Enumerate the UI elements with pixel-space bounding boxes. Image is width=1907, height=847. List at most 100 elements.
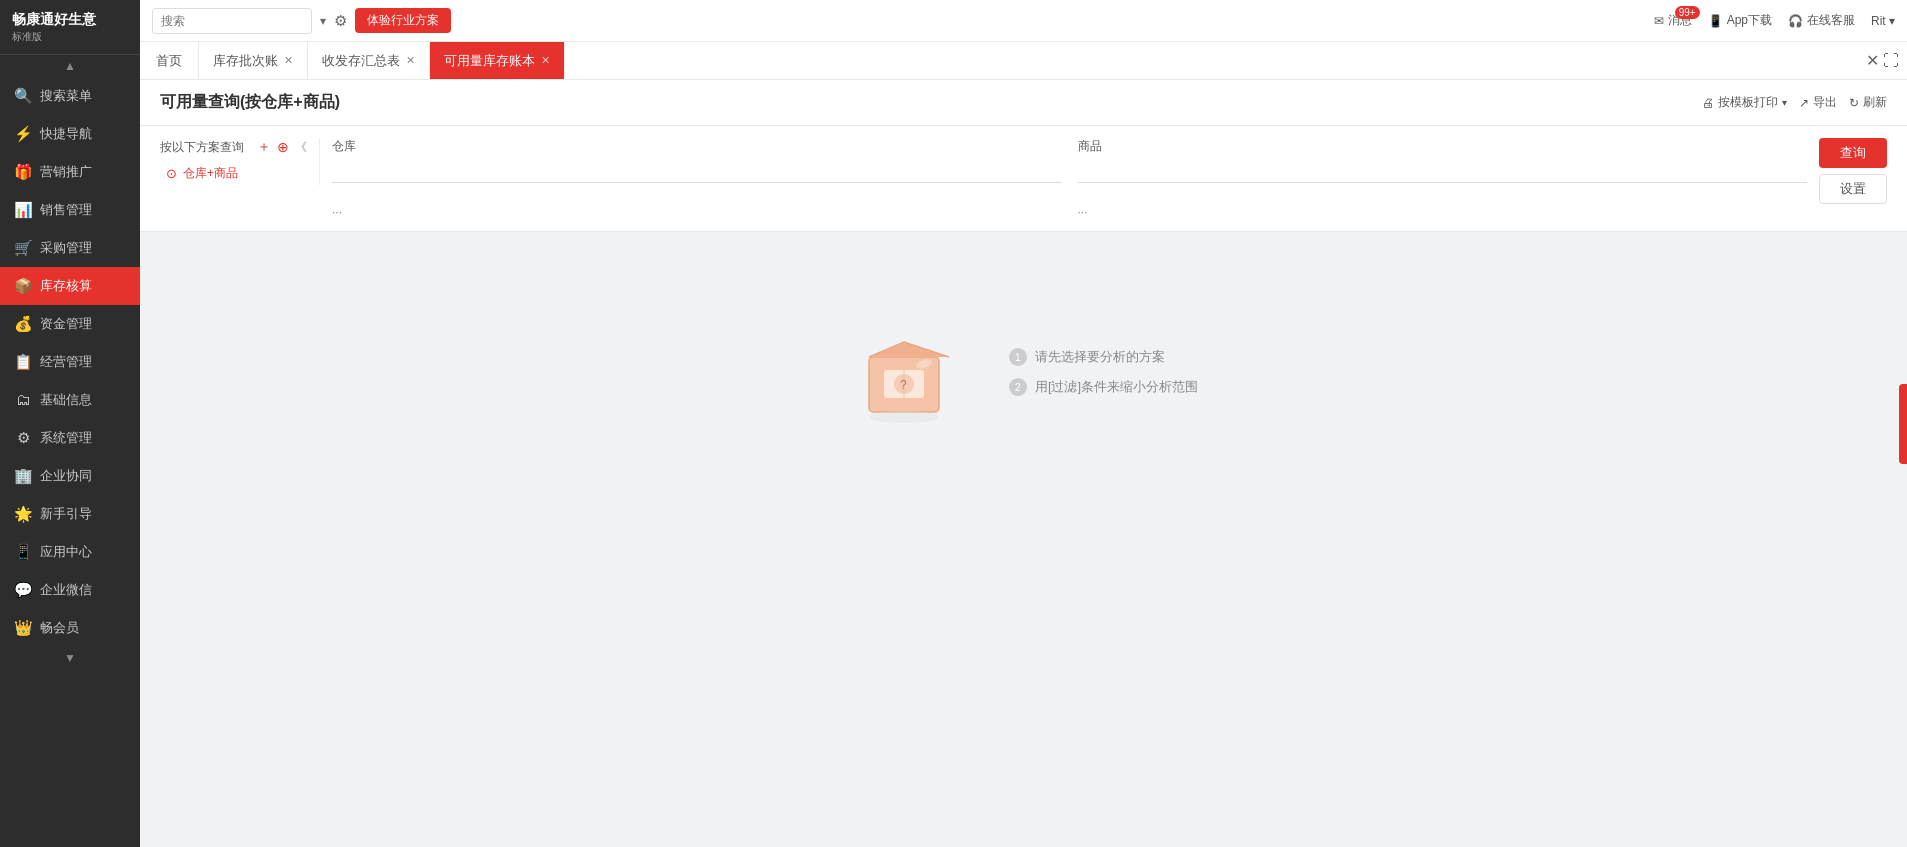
quick-nav-icon: ⚡: [14, 125, 32, 143]
sidebar-item-purchase[interactable]: 🛒 采购管理: [0, 229, 140, 267]
sidebar-item-label: 系统管理: [40, 429, 92, 447]
settings-scheme-icon[interactable]: ⊕: [277, 139, 289, 155]
svg-text:?: ?: [900, 378, 907, 392]
sidebar-scroll-up[interactable]: ▲: [0, 55, 140, 77]
purchase-icon: 🛒: [14, 239, 32, 257]
sidebar-item-quick-nav[interactable]: ⚡ 快捷导航: [0, 115, 140, 153]
system-icon: ⚙: [14, 429, 32, 447]
filter-fields: 仓库 ··· 商品 ···: [332, 138, 1807, 219]
tab-bar-right-btns: ✕ ⛶: [1866, 42, 1907, 79]
user-menu[interactable]: Rit ▾: [1871, 14, 1895, 28]
brand-version: 标准版: [12, 30, 128, 44]
sidebar-item-label: 采购管理: [40, 239, 92, 257]
message-icon: ✉: [1654, 14, 1664, 28]
user-dropdown-icon: ▾: [1889, 14, 1895, 28]
tab-available-ledger[interactable]: 可用量库存账本 ✕: [430, 42, 565, 79]
enterprise-icon: 🏢: [14, 467, 32, 485]
sidebar-item-system[interactable]: ⚙ 系统管理: [0, 419, 140, 457]
inventory-icon: 📦: [14, 277, 32, 295]
page-content: 可用量查询(按仓库+商品) 🖨 按模板打印 ▾ ↗ 导出 ↻ 刷新: [140, 80, 1907, 847]
close-tab-available-ledger[interactable]: ✕: [541, 54, 550, 67]
sidebar-scroll-down[interactable]: ▼: [0, 647, 140, 669]
refresh-button[interactable]: ↻ 刷新: [1849, 94, 1887, 111]
sidebar-item-marketing[interactable]: 🎁 营销推广: [0, 153, 140, 191]
sidebar-item-label: 资金管理: [40, 315, 92, 333]
gear-icon[interactable]: ⚙: [334, 12, 347, 30]
right-edge-bar: [1899, 384, 1907, 464]
export-button[interactable]: ↗ 导出: [1799, 94, 1837, 111]
tab-available-ledger-label: 可用量库存账本: [444, 52, 535, 70]
close-tab-batch-ledger[interactable]: ✕: [284, 54, 293, 67]
scheme-item-label: 仓库+商品: [183, 165, 238, 182]
empty-tips: 1 请先选择要分析的方案 2 用[过滤]条件来缩小分析范围: [1009, 348, 1198, 396]
filter-scheme-header: 按以下方案查询 ＋ ⊕ 《: [160, 138, 307, 156]
topbar-dropdown-icon[interactable]: ▾: [320, 14, 326, 28]
sidebar-item-operations[interactable]: 📋 经营管理: [0, 343, 140, 381]
sidebar-item-label: 企业协同: [40, 467, 92, 485]
warehouse-more[interactable]: ···: [332, 205, 1062, 219]
query-button[interactable]: 查询: [1819, 138, 1887, 168]
tip-text-2: 用[过滤]条件来缩小分析范围: [1035, 378, 1198, 396]
add-scheme-icon[interactable]: ＋: [257, 138, 271, 156]
print-label: 按模板打印: [1718, 94, 1778, 111]
app-download-label: App下载: [1727, 12, 1772, 29]
export-label: 导出: [1813, 94, 1837, 111]
online-service-btn[interactable]: 🎧 在线客服: [1788, 12, 1855, 29]
close-tab-receipt-summary[interactable]: ✕: [406, 54, 415, 67]
app-download-icon: 📱: [1708, 14, 1723, 28]
tab-receipt-summary[interactable]: 收发存汇总表 ✕: [308, 42, 430, 79]
empty-tip-2: 2 用[过滤]条件来缩小分析范围: [1009, 378, 1198, 396]
tab-batch-ledger[interactable]: 库存批次账 ✕: [199, 42, 308, 79]
product-input[interactable]: [1078, 159, 1808, 183]
maximize-window-btn[interactable]: ⛶: [1883, 52, 1899, 70]
scheme-item-warehouse-product[interactable]: ⊙ 仓库+商品: [160, 162, 307, 185]
warehouse-input[interactable]: [332, 159, 1062, 183]
tab-bar: 首页 库存批次账 ✕ 收发存汇总表 ✕ 可用量库存账本 ✕ ✕ ⛶: [140, 42, 1907, 80]
sidebar-item-finance[interactable]: 💰 资金管理: [0, 305, 140, 343]
refresh-icon: ↻: [1849, 96, 1859, 110]
filter-scheme-label: 按以下方案查询: [160, 139, 244, 156]
sidebar-item-label: 经营管理: [40, 353, 92, 371]
sidebar-item-sales[interactable]: 📊 销售管理: [0, 191, 140, 229]
page-title: 可用量查询(按仓库+商品): [160, 92, 340, 113]
empty-state: ? 1 请先选择要分析的方案 2 用[过滤]条件来缩小分析范围: [140, 232, 1907, 512]
user-name: Rit: [1871, 14, 1886, 28]
message-btn[interactable]: ✉ 消息 99+: [1654, 12, 1692, 29]
collapse-scheme-icon[interactable]: 《: [295, 139, 307, 156]
close-window-btn[interactable]: ✕: [1866, 51, 1879, 70]
sidebar-item-search[interactable]: 🔍 搜索菜单: [0, 77, 140, 115]
print-icon: 🖨: [1702, 96, 1714, 110]
message-badge: 99+: [1675, 6, 1700, 19]
sidebar-item-basic-info[interactable]: 🗂 基础信息: [0, 381, 140, 419]
topbar-right: ✉ 消息 99+ 📱 App下载 🎧 在线客服 Rit ▾: [1654, 12, 1895, 29]
tab-batch-ledger-label: 库存批次账: [213, 52, 278, 70]
sidebar-item-wechat[interactable]: 💬 企业微信: [0, 571, 140, 609]
settings-button[interactable]: 设置: [1819, 174, 1887, 204]
sidebar-item-label: 销售管理: [40, 201, 92, 219]
scheme-item-icon: ⊙: [166, 166, 177, 181]
product-label: 商品: [1078, 138, 1808, 155]
brand-name: 畅康通好生意: [12, 10, 128, 30]
sidebar-item-app-center[interactable]: 📱 应用中心: [0, 533, 140, 571]
sidebar-item-new-guide[interactable]: 🌟 新手引导: [0, 495, 140, 533]
sidebar-item-member[interactable]: 👑 畅会员: [0, 609, 140, 647]
wechat-icon: 💬: [14, 581, 32, 599]
product-more[interactable]: ···: [1078, 205, 1808, 219]
search-input[interactable]: [152, 8, 312, 34]
sidebar-item-label: 搜索菜单: [40, 87, 92, 105]
sidebar-item-label: 基础信息: [40, 391, 92, 409]
warehouse-field: 仓库 ···: [332, 138, 1062, 219]
trial-button[interactable]: 体验行业方案: [355, 8, 451, 33]
filter-scheme-panel: 按以下方案查询 ＋ ⊕ 《 ⊙ 仓库+商品: [160, 138, 320, 185]
sidebar-item-inventory[interactable]: 📦 库存核算: [0, 267, 140, 305]
filter-area: 按以下方案查询 ＋ ⊕ 《 ⊙ 仓库+商品 仓库 ···: [140, 126, 1907, 232]
sidebar-item-enterprise[interactable]: 🏢 企业协同: [0, 457, 140, 495]
print-dropdown-icon[interactable]: ▾: [1782, 97, 1787, 108]
search-icon: 🔍: [14, 87, 32, 105]
tab-home[interactable]: 首页: [140, 42, 199, 79]
operations-icon: 📋: [14, 353, 32, 371]
warehouse-label: 仓库: [332, 138, 1062, 155]
print-button[interactable]: 🖨 按模板打印 ▾: [1702, 94, 1787, 111]
export-icon: ↗: [1799, 96, 1809, 110]
app-download-btn[interactable]: 📱 App下载: [1708, 12, 1772, 29]
